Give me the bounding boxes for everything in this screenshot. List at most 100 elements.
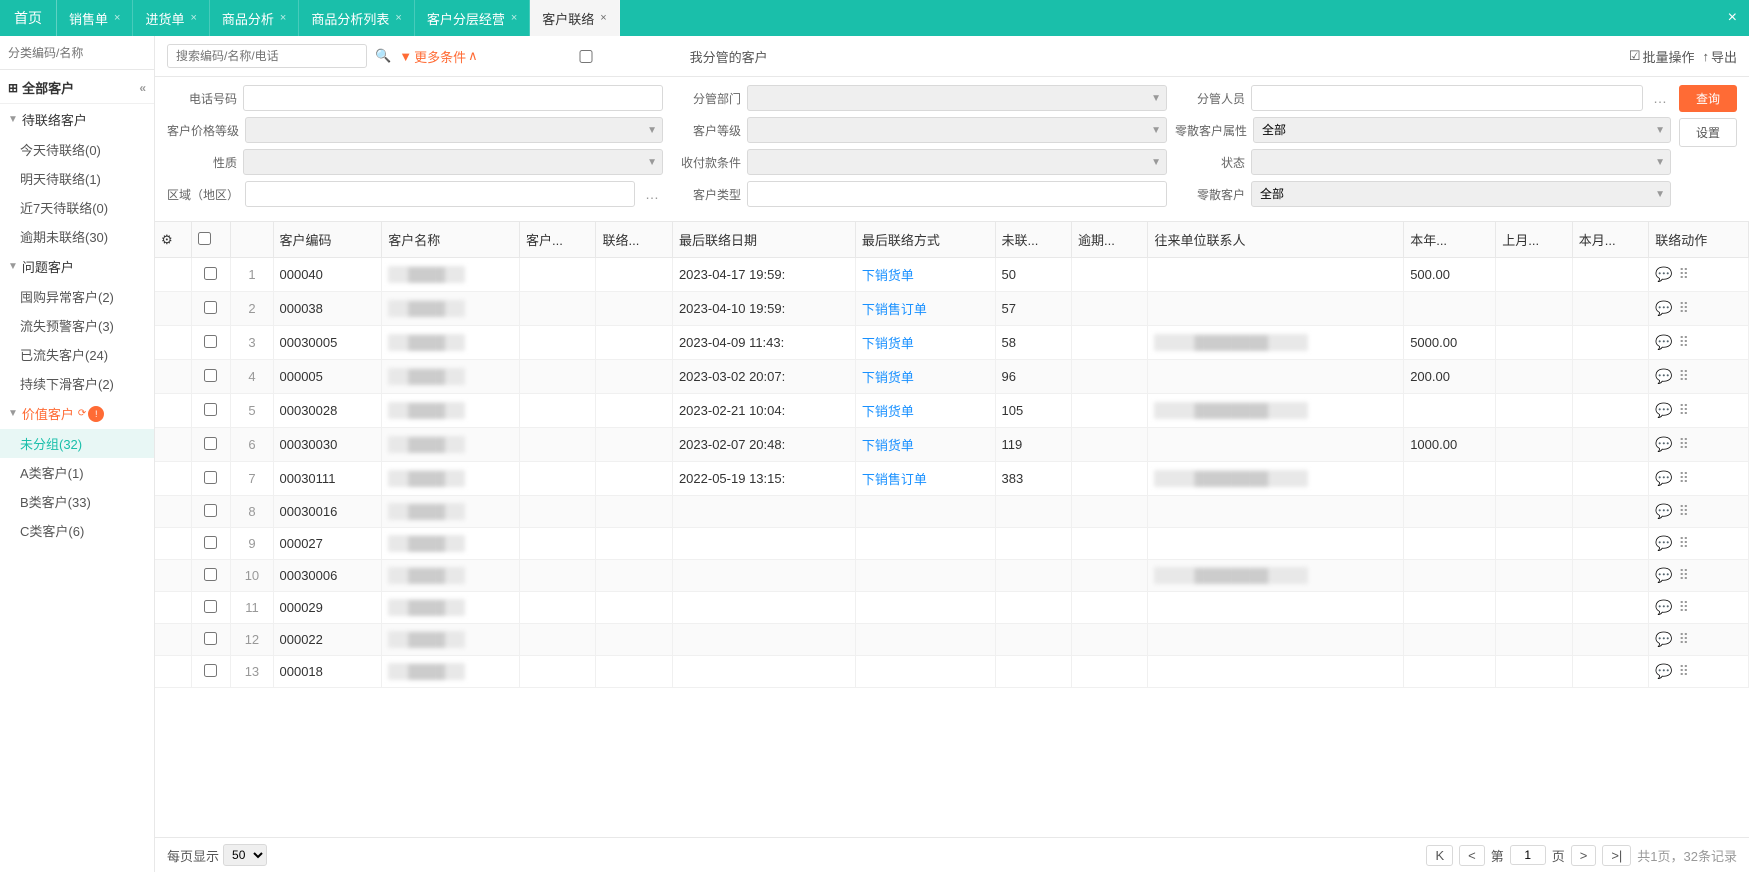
my-customers-checkbox[interactable] [486, 50, 686, 63]
sidebar-item-lost[interactable]: 已流失客户(24) [0, 340, 154, 369]
th-code[interactable]: 客户编码 [273, 222, 382, 258]
th-name[interactable]: 客户名称 [382, 222, 520, 258]
more-action-icon[interactable]: ⠿ [1679, 567, 1689, 584]
contact-icon[interactable]: 💬 [1655, 266, 1672, 283]
nav-tab-analysis[interactable]: 商品分析 × [210, 0, 299, 36]
row-select-checkbox[interactable] [204, 536, 217, 549]
sidebar-item-hoarding-abnormal[interactable]: 囤购异常客户(2) [0, 282, 154, 311]
search-input[interactable] [167, 44, 367, 68]
th-this-year[interactable]: 本年... [1404, 222, 1496, 258]
status-select[interactable] [1251, 149, 1671, 175]
contact-method-link[interactable]: 下销售订单 [862, 302, 927, 317]
price-level-select[interactable] [245, 117, 663, 143]
sidebar-item-7days-pending[interactable]: 近7天待联络(0) [0, 193, 154, 222]
row-select-checkbox[interactable] [204, 437, 217, 450]
nav-tab-customer-contact[interactable]: 客户联络 × [530, 0, 619, 36]
row-settings[interactable] [155, 326, 191, 360]
nav-tab-purchase[interactable]: 进货单 × [133, 0, 209, 36]
sidebar-item-declining[interactable]: 持续下滑客户(2) [0, 369, 154, 398]
row-settings[interactable] [155, 258, 191, 292]
more-action-icon[interactable]: ⠿ [1679, 470, 1689, 487]
row-select-checkbox[interactable] [204, 403, 217, 416]
nav-tab-sales[interactable]: 销售单 × [57, 0, 133, 36]
th-last-contact-method[interactable]: 最后联络方式 [855, 222, 995, 258]
sidebar-search-input[interactable] [8, 46, 155, 60]
more-action-icon[interactable]: ⠿ [1679, 266, 1689, 283]
contact-icon[interactable]: 💬 [1655, 436, 1672, 453]
close-tab-customer-mgmt[interactable]: × [511, 12, 517, 24]
export-btn[interactable]: ↑ 导出 [1702, 47, 1737, 66]
row-select-checkbox[interactable] [204, 632, 217, 645]
first-page-btn[interactable]: K [1426, 845, 1453, 866]
th-last-contact-date[interactable]: 最后联络日期 [672, 222, 855, 258]
sidebar-item-overdue-pending[interactable]: 逾期未联络(30) [0, 222, 154, 251]
more-action-icon[interactable]: ⠿ [1679, 631, 1689, 648]
group-value-customers[interactable]: ▼ 价值客户 ⟳ ! [0, 398, 154, 429]
reset-button[interactable]: 设置 [1679, 118, 1737, 147]
row-select-checkbox[interactable] [204, 504, 217, 517]
sidebar-item-today-pending[interactable]: 今天待联络(0) [0, 135, 154, 164]
prev-page-btn[interactable]: < [1459, 845, 1485, 866]
dept-select[interactable] [747, 85, 1167, 111]
page-input[interactable] [1510, 845, 1546, 865]
more-conditions-btn[interactable]: ▼ 更多条件 ∧ [399, 47, 477, 66]
select-all-checkbox[interactable] [198, 232, 211, 245]
row-select-checkbox[interactable] [204, 471, 217, 484]
contact-icon[interactable]: 💬 [1655, 402, 1672, 419]
contact-icon[interactable]: 💬 [1655, 567, 1672, 584]
row-select-checkbox[interactable] [204, 600, 217, 613]
contact-icon[interactable]: 💬 [1655, 503, 1672, 520]
more-action-icon[interactable]: ⠿ [1679, 663, 1689, 680]
sidebar-item-class-c[interactable]: C类客户(6) [0, 516, 154, 545]
contact-icon[interactable]: 💬 [1655, 470, 1672, 487]
customer-type-input[interactable] [747, 181, 1167, 207]
close-tab-purchase[interactable]: × [190, 12, 196, 24]
th-settings[interactable]: ⚙ [155, 222, 191, 258]
contact-icon[interactable]: 💬 [1655, 368, 1672, 385]
th-customer-type[interactable]: 客户... [520, 222, 596, 258]
sidebar-item-class-a[interactable]: A类客户(1) [0, 458, 154, 487]
close-tab-analysis-list[interactable]: × [395, 12, 401, 24]
more-action-icon[interactable]: ⠿ [1679, 402, 1689, 419]
th-last-month[interactable]: 上月... [1496, 222, 1572, 258]
row-select-checkbox[interactable] [204, 369, 217, 382]
close-tab-customer-contact[interactable]: × [600, 12, 606, 24]
th-contacts[interactable]: 往来单位联系人 [1148, 222, 1404, 258]
search-icon[interactable]: 🔍 [375, 48, 391, 64]
nav-tab-analysis-list[interactable]: 商品分析列表 × [299, 0, 414, 36]
customer-level-select[interactable] [747, 117, 1167, 143]
row-settings[interactable] [155, 592, 191, 624]
more-region-btn[interactable]: … [641, 184, 663, 204]
contact-icon[interactable]: 💬 [1655, 535, 1672, 552]
contact-method-link[interactable]: 下销货单 [862, 438, 914, 453]
window-close[interactable]: × [1728, 9, 1749, 27]
contact-method-link[interactable]: 下销货单 [862, 370, 914, 385]
more-action-icon[interactable]: ⠿ [1679, 535, 1689, 552]
contact-icon[interactable]: 💬 [1655, 334, 1672, 351]
row-select-checkbox[interactable] [204, 267, 217, 280]
row-select-checkbox[interactable] [204, 301, 217, 314]
th-overdue[interactable]: 逾期... [1072, 222, 1148, 258]
more-staff-btn[interactable]: … [1649, 88, 1671, 108]
row-settings[interactable] [155, 462, 191, 496]
batch-operate-btn[interactable]: ☑ 批量操作 [1629, 47, 1695, 66]
more-action-icon[interactable]: ⠿ [1679, 503, 1689, 520]
row-settings[interactable] [155, 292, 191, 326]
row-select-checkbox[interactable] [204, 568, 217, 581]
close-tab-analysis[interactable]: × [280, 12, 286, 24]
next-page-btn[interactable]: > [1571, 845, 1597, 866]
query-button[interactable]: 查询 [1679, 85, 1737, 112]
sidebar-item-loss-warning[interactable]: 流失预警客户(3) [0, 311, 154, 340]
nav-tab-customer-mgmt[interactable]: 客户分层经营 × [415, 0, 530, 36]
row-settings[interactable] [155, 428, 191, 462]
contact-icon[interactable]: 💬 [1655, 300, 1672, 317]
th-this-month[interactable]: 本月... [1572, 222, 1648, 258]
row-settings[interactable] [155, 560, 191, 592]
more-action-icon[interactable]: ⠿ [1679, 334, 1689, 351]
group-problem-customers[interactable]: ▼ 问题客户 [0, 251, 154, 282]
contact-method-link[interactable]: 下销货单 [862, 404, 914, 419]
sidebar-item-ungrouped[interactable]: 未分组(32) [0, 429, 154, 458]
row-select-checkbox[interactable] [204, 335, 217, 348]
close-tab-sales[interactable]: × [114, 12, 120, 24]
row-settings[interactable] [155, 528, 191, 560]
